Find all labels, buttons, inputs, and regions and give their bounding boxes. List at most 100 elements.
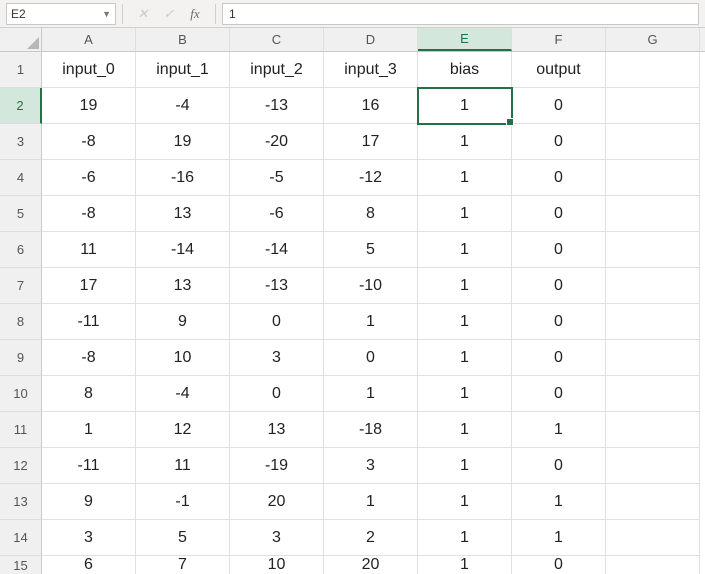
- formula-input[interactable]: 1: [222, 3, 699, 25]
- cell-E6[interactable]: 1: [418, 232, 512, 268]
- cell-A7[interactable]: 17: [42, 268, 136, 304]
- cell-D15[interactable]: 20: [324, 556, 418, 574]
- cell-E7[interactable]: 1: [418, 268, 512, 304]
- row-header-10[interactable]: 10: [0, 376, 42, 412]
- cell-E1[interactable]: bias: [418, 52, 512, 88]
- row-header-9[interactable]: 9: [0, 340, 42, 376]
- cell-C12[interactable]: -19: [230, 448, 324, 484]
- cell-C6[interactable]: -14: [230, 232, 324, 268]
- column-header-A[interactable]: A: [42, 28, 136, 51]
- cell-E4[interactable]: 1: [418, 160, 512, 196]
- cell-C4[interactable]: -5: [230, 160, 324, 196]
- cell-B12[interactable]: 11: [136, 448, 230, 484]
- cell-A8[interactable]: -11: [42, 304, 136, 340]
- cell-C8[interactable]: 0: [230, 304, 324, 340]
- cell-F9[interactable]: 0: [512, 340, 606, 376]
- row-header-3[interactable]: 3: [0, 124, 42, 160]
- cell-A10[interactable]: 8: [42, 376, 136, 412]
- cell-G3[interactable]: [606, 124, 700, 160]
- cell-A5[interactable]: -8: [42, 196, 136, 232]
- cell-C1[interactable]: input_2: [230, 52, 324, 88]
- cell-D6[interactable]: 5: [324, 232, 418, 268]
- cell-E15[interactable]: 1: [418, 556, 512, 574]
- cell-F1[interactable]: output: [512, 52, 606, 88]
- column-header-C[interactable]: C: [230, 28, 324, 51]
- row-header-2[interactable]: 2: [0, 88, 42, 124]
- select-all-corner[interactable]: [0, 28, 42, 52]
- cell-C5[interactable]: -6: [230, 196, 324, 232]
- cell-E10[interactable]: 1: [418, 376, 512, 412]
- row-header-7[interactable]: 7: [0, 268, 42, 304]
- cell-F5[interactable]: 0: [512, 196, 606, 232]
- cell-A6[interactable]: 11: [42, 232, 136, 268]
- caret-down-icon[interactable]: ▼: [102, 9, 111, 19]
- row-header-15[interactable]: 15: [0, 556, 42, 574]
- cell-B15[interactable]: 7: [136, 556, 230, 574]
- cell-B5[interactable]: 13: [136, 196, 230, 232]
- cell-B11[interactable]: 12: [136, 412, 230, 448]
- cell-E8[interactable]: 1: [418, 304, 512, 340]
- row-header-8[interactable]: 8: [0, 304, 42, 340]
- cell-D2[interactable]: 16: [324, 88, 418, 124]
- cell-E2[interactable]: 1: [418, 88, 512, 124]
- cell-D12[interactable]: 3: [324, 448, 418, 484]
- cell-D8[interactable]: 1: [324, 304, 418, 340]
- cell-B7[interactable]: 13: [136, 268, 230, 304]
- cell-G15[interactable]: [606, 556, 700, 574]
- cell-C2[interactable]: -13: [230, 88, 324, 124]
- column-header-F[interactable]: F: [512, 28, 606, 51]
- cell-C10[interactable]: 0: [230, 376, 324, 412]
- cell-B9[interactable]: 10: [136, 340, 230, 376]
- cell-F3[interactable]: 0: [512, 124, 606, 160]
- cell-A11[interactable]: 1: [42, 412, 136, 448]
- cell-E11[interactable]: 1: [418, 412, 512, 448]
- cell-G12[interactable]: [606, 448, 700, 484]
- cell-G9[interactable]: [606, 340, 700, 376]
- cell-E5[interactable]: 1: [418, 196, 512, 232]
- cell-A12[interactable]: -11: [42, 448, 136, 484]
- cell-B8[interactable]: 9: [136, 304, 230, 340]
- row-header-1[interactable]: 1: [0, 52, 42, 88]
- cell-C15[interactable]: 10: [230, 556, 324, 574]
- cell-F11[interactable]: 1: [512, 412, 606, 448]
- cell-D9[interactable]: 0: [324, 340, 418, 376]
- row-header-11[interactable]: 11: [0, 412, 42, 448]
- cell-A9[interactable]: -8: [42, 340, 136, 376]
- cell-A2[interactable]: 19: [42, 88, 136, 124]
- cell-B10[interactable]: -4: [136, 376, 230, 412]
- cell-G4[interactable]: [606, 160, 700, 196]
- cell-F4[interactable]: 0: [512, 160, 606, 196]
- cell-D10[interactable]: 1: [324, 376, 418, 412]
- cell-F8[interactable]: 0: [512, 304, 606, 340]
- row-header-6[interactable]: 6: [0, 232, 42, 268]
- cell-G13[interactable]: [606, 484, 700, 520]
- column-header-G[interactable]: G: [606, 28, 700, 51]
- column-header-B[interactable]: B: [136, 28, 230, 51]
- cell-C3[interactable]: -20: [230, 124, 324, 160]
- cell-E3[interactable]: 1: [418, 124, 512, 160]
- cell-B2[interactable]: -4: [136, 88, 230, 124]
- cell-C7[interactable]: -13: [230, 268, 324, 304]
- cancel-icon[interactable]: ✕: [135, 6, 151, 22]
- cell-G8[interactable]: [606, 304, 700, 340]
- cell-D4[interactable]: -12: [324, 160, 418, 196]
- cell-F15[interactable]: 0: [512, 556, 606, 574]
- cell-B6[interactable]: -14: [136, 232, 230, 268]
- cell-G7[interactable]: [606, 268, 700, 304]
- row-header-4[interactable]: 4: [0, 160, 42, 196]
- cell-F12[interactable]: 0: [512, 448, 606, 484]
- name-box[interactable]: E2 ▼: [6, 3, 116, 25]
- column-header-E[interactable]: E: [418, 28, 512, 51]
- confirm-icon[interactable]: ✓: [161, 6, 177, 22]
- cell-F6[interactable]: 0: [512, 232, 606, 268]
- cell-E13[interactable]: 1: [418, 484, 512, 520]
- fx-icon[interactable]: fx: [187, 6, 203, 22]
- cell-F2[interactable]: 0: [512, 88, 606, 124]
- cell-F7[interactable]: 0: [512, 268, 606, 304]
- cell-E9[interactable]: 1: [418, 340, 512, 376]
- cell-F10[interactable]: 0: [512, 376, 606, 412]
- cell-C9[interactable]: 3: [230, 340, 324, 376]
- cell-D3[interactable]: 17: [324, 124, 418, 160]
- cell-B1[interactable]: input_1: [136, 52, 230, 88]
- cell-A13[interactable]: 9: [42, 484, 136, 520]
